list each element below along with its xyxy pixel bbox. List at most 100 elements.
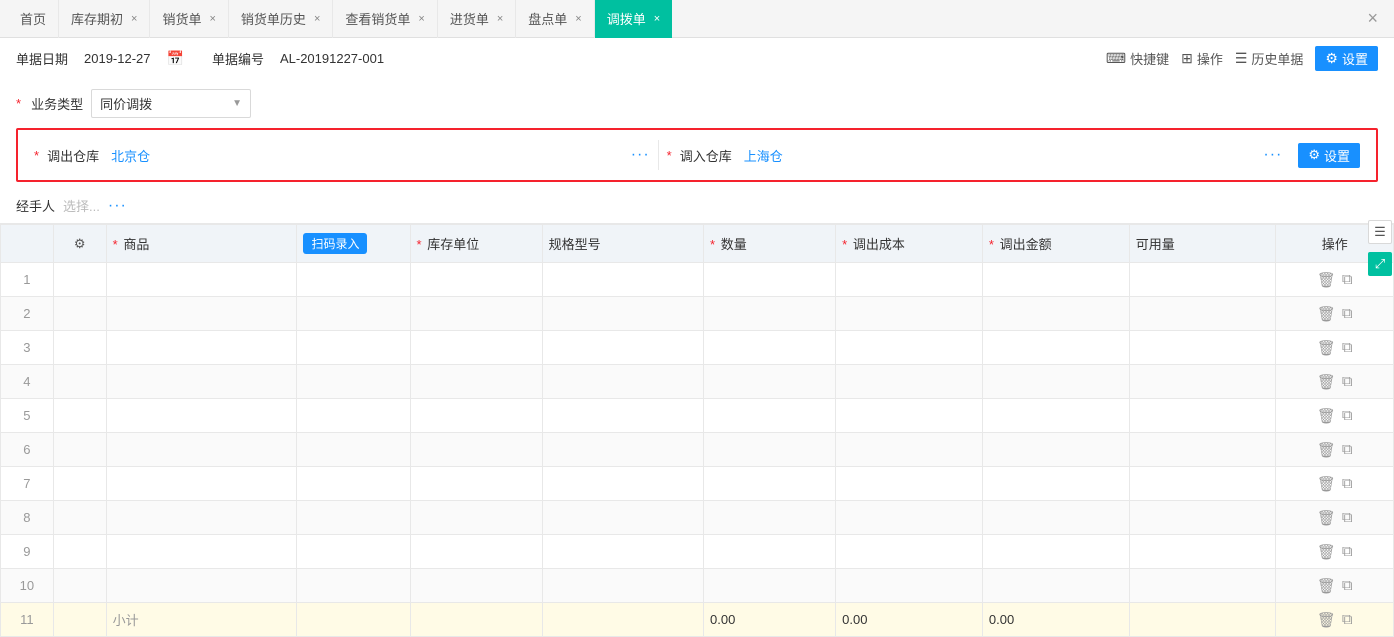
row-cost[interactable] [836,569,983,603]
delete-icon[interactable]: 🗑 [1317,509,1336,527]
transfer-out-value[interactable]: 北京仓 [111,146,150,165]
row-qty[interactable] [704,263,836,297]
delete-icon[interactable]: 🗑 [1317,407,1336,425]
tab-sales-order[interactable]: 销货单 × [150,0,228,38]
row-product[interactable] [106,569,297,603]
row-amount[interactable] [982,433,1129,467]
delete-icon[interactable]: 🗑 [1317,475,1336,493]
tab-purchase-order-close[interactable]: × [497,13,503,25]
tab-purchase-order[interactable]: 进货单 × [438,0,516,38]
tab-sales-history[interactable]: 销货单历史 × [229,0,333,38]
right-list-button[interactable]: ☰ [1368,220,1392,244]
row-cost[interactable] [836,433,983,467]
row-unit[interactable] [410,535,542,569]
row-spec[interactable] [542,297,703,331]
row-unit[interactable] [410,365,542,399]
row-unit[interactable] [410,297,542,331]
row-unit[interactable] [410,501,542,535]
row-cost[interactable] [836,331,983,365]
row-unit[interactable] [410,433,542,467]
copy-icon[interactable]: ⧉ [1342,543,1353,560]
transfer-in-more-icon[interactable]: ··· [1263,146,1282,164]
tab-transfer-order-close[interactable]: × [654,13,660,25]
copy-icon[interactable]: ⧉ [1342,407,1353,424]
tab-inventory-init-close[interactable]: × [131,13,137,25]
warehouse-settings-button[interactable]: ⚙ 设置 [1298,143,1360,168]
tab-inventory-check[interactable]: 盘点单 × [516,0,594,38]
row-spec[interactable] [542,331,703,365]
row-product[interactable] [106,365,297,399]
row-amount[interactable] [982,569,1129,603]
row-qty[interactable] [704,399,836,433]
tab-home[interactable]: 首页 [8,0,59,38]
row-qty[interactable] [704,467,836,501]
copy-icon[interactable]: ⧉ [1342,577,1353,594]
row-qty[interactable] [704,297,836,331]
row-product[interactable] [106,331,297,365]
copy-icon[interactable]: ⧉ [1342,611,1353,628]
row-cost[interactable] [836,297,983,331]
row-unit[interactable] [410,467,542,501]
delete-icon[interactable]: 🗑 [1317,271,1336,289]
row-qty[interactable] [704,433,836,467]
row-amount[interactable] [982,297,1129,331]
delete-icon[interactable]: 🗑 [1317,373,1336,391]
transfer-out-more-icon[interactable]: ··· [631,146,650,164]
tab-view-sales-close[interactable]: × [418,13,424,25]
delete-icon[interactable]: 🗑 [1317,441,1336,459]
row-amount[interactable] [982,331,1129,365]
calendar-icon[interactable]: 📅 [167,50,184,67]
row-product[interactable] [106,501,297,535]
row-product[interactable] [106,297,297,331]
handler-select[interactable]: 选择... [63,196,100,215]
row-unit[interactable] [410,569,542,603]
row-qty[interactable] [704,331,836,365]
delete-icon[interactable]: 🗑 [1317,577,1336,595]
row-amount[interactable] [982,535,1129,569]
copy-icon[interactable]: ⧉ [1342,339,1353,356]
business-type-dropdown[interactable]: 同价调拨 ▼ [91,89,251,118]
row-unit[interactable] [410,331,542,365]
row-unit[interactable] [410,399,542,433]
row-qty[interactable] [704,501,836,535]
delete-icon[interactable]: 🗑 [1317,339,1336,357]
operation-button[interactable]: ⊞ 操作 [1181,49,1223,68]
copy-icon[interactable]: ⧉ [1342,305,1353,322]
delete-icon[interactable]: 🗑 [1317,305,1336,323]
copy-icon[interactable]: ⧉ [1342,509,1353,526]
delete-icon[interactable]: 🗑 [1317,611,1336,629]
row-product[interactable] [106,433,297,467]
row-product[interactable] [106,399,297,433]
copy-icon[interactable]: ⧉ [1342,271,1353,288]
right-expand-button[interactable]: ⤢ [1368,252,1392,276]
row-product[interactable] [106,263,297,297]
scan-button[interactable]: 扫码录入 [303,233,367,254]
th-gear[interactable]: ⚙ [53,225,106,263]
row-product[interactable] [106,467,297,501]
row-cost[interactable] [836,365,983,399]
row-spec[interactable] [542,399,703,433]
handler-more-icon[interactable]: ··· [108,197,127,215]
row-amount[interactable] [982,365,1129,399]
delete-icon[interactable]: 🗑 [1317,543,1336,561]
row-qty[interactable] [704,569,836,603]
row-cost[interactable] [836,467,983,501]
row-amount[interactable] [982,399,1129,433]
row-spec[interactable] [542,569,703,603]
tab-inventory-check-close[interactable]: × [575,13,581,25]
row-qty[interactable] [704,365,836,399]
tab-sales-history-close[interactable]: × [314,13,320,25]
copy-icon[interactable]: ⧉ [1342,373,1353,390]
copy-icon[interactable]: ⧉ [1342,441,1353,458]
row-spec[interactable] [542,535,703,569]
row-cost[interactable] [836,535,983,569]
row-qty[interactable] [704,535,836,569]
row-spec[interactable] [542,263,703,297]
copy-icon[interactable]: ⧉ [1342,475,1353,492]
row-cost[interactable] [836,263,983,297]
tab-sales-order-close[interactable]: × [209,13,215,25]
tab-view-sales[interactable]: 查看销货单 × [333,0,437,38]
row-amount[interactable] [982,501,1129,535]
row-amount[interactable] [982,263,1129,297]
tab-inventory-init[interactable]: 库存期初 × [59,0,150,38]
